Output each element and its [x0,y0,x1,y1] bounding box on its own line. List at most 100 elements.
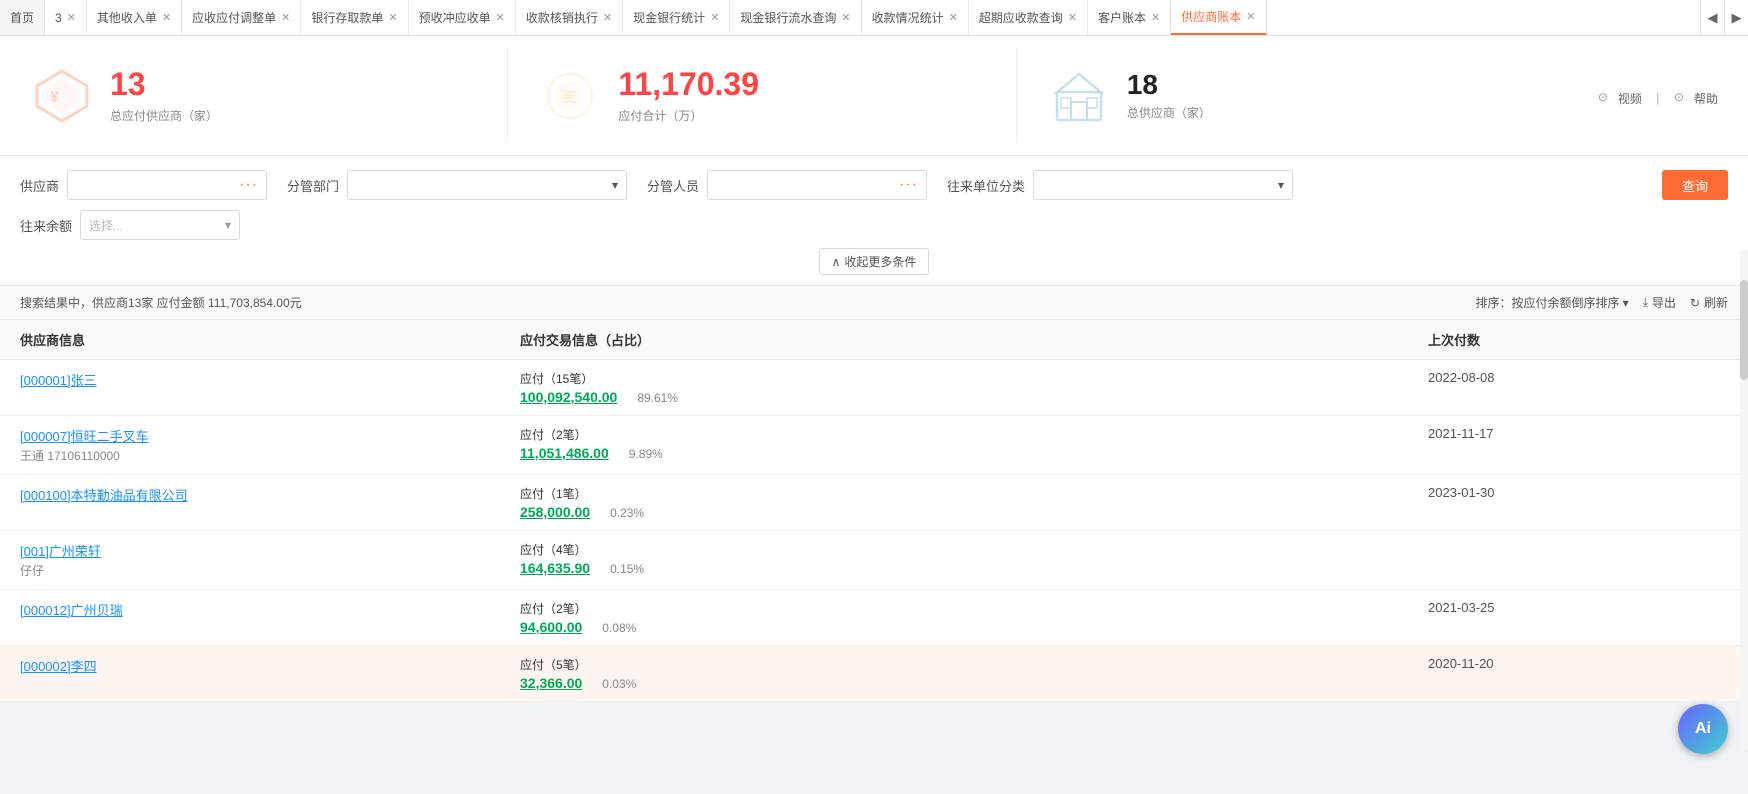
supplier-table: 供应商信息 应付交易信息（占比） 上次付数 [000001]张三 应付（15笔）… [0,320,1748,702]
payable-info-cell: 应付（15笔） 100,092,540.00 89.61% [520,370,1428,405]
close-icon[interactable]: ✕ [281,11,290,24]
close-icon[interactable]: ✕ [496,11,505,24]
filter-row-1: 供应商 ··· 分管部门 ▾ 分管人员 ··· 往来单位分类 ▾ [20,170,1728,200]
supplier-link[interactable]: [001]广州荣轩 [20,541,520,560]
nav-supplier-ledger[interactable]: 供应商账本 ✕ [1171,0,1266,35]
col-header-supplier: 供应商信息 [20,330,520,349]
close-icon[interactable]: ✕ [67,11,76,24]
last-pay-cell: 2022-08-08 [1428,370,1728,385]
video-link[interactable]: 视频 [1618,90,1642,107]
export-button[interactable]: ⤓ 导出 [1643,294,1676,311]
nav-cash-stats[interactable]: 现金银行统计 ✕ [623,0,730,35]
person-label: 分管人员 [647,176,699,195]
payable-row: 164,635.90 0.15% [520,560,1428,576]
nav-collection-stats[interactable]: 收款情况统计 ✕ [862,0,969,35]
balance-filter: 往来余额 选择... ▾ [20,210,240,240]
chevron-up-icon: ∧ [832,255,841,269]
payable-amount[interactable]: 100,092,540.00 [520,389,617,405]
person-input[interactable]: ··· [707,170,927,200]
supplier-link[interactable]: [000002]李四 [20,656,520,675]
query-button[interactable]: 查询 [1662,170,1728,200]
balance-select[interactable]: 选择... ▾ [80,210,240,240]
supplier-input[interactable]: ··· [67,170,267,200]
table-row: [000007]恒旺二手叉车 王通 17106110000 应付（2笔） 11,… [0,416,1748,475]
category-label: 往来单位分类 [947,176,1025,195]
last-pay-date: 2022-08-08 [1428,370,1495,385]
payable-amount[interactable]: 258,000.00 [520,504,590,520]
svg-text:¥: ¥ [50,89,59,106]
help-link[interactable]: 帮助 [1694,90,1718,107]
last-pay-cell: 2021-03-25 [1428,600,1728,615]
payable-total-label: 应付合计（万） [618,107,759,124]
nav-bank-deposit[interactable]: 银行存取款单 ✕ [301,0,408,35]
payable-label: 应付（2笔） [520,600,1428,617]
nav-tab-3[interactable]: 3 ✕ [45,0,87,35]
supplier-info-cell: [000001]张三 [20,370,520,389]
payable-percent: 0.03% [602,677,636,691]
payable-percent: 0.15% [610,562,644,576]
payable-row: 258,000.00 0.23% [520,504,1428,520]
help-links: ⊙ 视频 ｜ ⊙ 帮助 [1598,85,1718,107]
scrollbar-track[interactable] [1740,250,1748,750]
payable-info-cell: 应付（2笔） 11,051,486.00 9.89% [520,426,1428,461]
supplier-link[interactable]: [000001]张三 [20,370,520,389]
table-row: [001]广州荣轩 仔仔 应付（4笔） 164,635.90 0.15% [0,531,1748,590]
result-actions: 排序：按应付余额倒序排序 ▾ ⤓ 导出 ↻ 刷新 [1476,294,1728,311]
close-icon[interactable]: ✕ [603,11,612,24]
supplier-filter: 供应商 ··· [20,170,267,200]
chevron-down-icon: ▾ [1623,296,1629,310]
close-icon[interactable]: ✕ [388,11,397,24]
dept-select[interactable]: ▾ [347,170,627,200]
refresh-button[interactable]: ↻ 刷新 [1690,294,1728,311]
sort-selector[interactable]: 排序：按应付余额倒序排序 ▾ [1476,294,1629,311]
nav-other-income[interactable]: 其他收入单 ✕ [87,0,182,35]
payable-amount[interactable]: 32,366.00 [520,675,582,691]
payable-amount[interactable]: 94,600.00 [520,619,582,635]
nav-home[interactable]: 首页 [0,0,45,35]
stat-block-total: 18 总供应商（家） ⊙ 视频 ｜ ⊙ 帮助 [1017,48,1748,143]
close-icon[interactable]: ✕ [1246,10,1255,23]
ai-button[interactable]: Ai [1678,704,1728,754]
close-icon[interactable]: ✕ [841,11,850,24]
close-icon[interactable]: ✕ [949,11,958,24]
close-icon[interactable]: ✕ [710,11,719,24]
payable-amount[interactable]: 11,051,486.00 [520,445,609,461]
nav-collection[interactable]: 收款核销执行 ✕ [516,0,623,35]
payable-info-cell: 应付（5笔） 32,366.00 0.03% [520,656,1428,691]
col-header-lastpay: 上次付数 [1428,330,1728,349]
supplier-count-label: 总应付供应商（家） [110,107,218,124]
nav-right-arrow[interactable]: ▶ [1724,0,1748,36]
supplier-link[interactable]: [000012]广州贝瑞 [20,600,520,619]
payable-row: 100,092,540.00 89.61% [520,389,1428,405]
chevron-down-icon: ▾ [612,178,618,192]
nav-cash-flow[interactable]: 现金银行流水查询 ✕ [730,0,861,35]
nav-scroll-arrows: ◀ ▶ [1700,0,1748,36]
supplier-link[interactable]: [000100]本特勤油品有限公司 [20,485,520,504]
nav-overdue[interactable]: 超期应收款查询 ✕ [969,0,1088,35]
payable-amount[interactable]: 164,635.90 [520,560,590,576]
payable-percent: 0.23% [610,506,644,520]
nav-customer-ledger[interactable]: 客户账本 ✕ [1088,0,1171,35]
col-header-payable: 应付交易信息（占比） [520,330,1428,349]
payable-label: 应付（15笔） [520,370,1428,387]
nav-adjustment[interactable]: 应收应付调整单 ✕ [182,0,301,35]
scrollbar-thumb[interactable] [1740,280,1748,380]
supplier-info-cell: [000007]恒旺二手叉车 王通 17106110000 [20,426,520,464]
ellipsis-icon: ··· [899,176,918,194]
category-select[interactable]: ▾ [1033,170,1293,200]
close-icon[interactable]: ✕ [162,11,171,24]
payable-percent: 89.61% [637,391,678,405]
nav-prepay[interactable]: 预收冲应收单 ✕ [409,0,516,35]
close-icon[interactable]: ✕ [1151,11,1160,24]
table-row: [000002]李四 应付（5笔） 32,366.00 0.03% 2020-1… [0,646,1748,702]
last-pay-date: 2020-11-20 [1428,656,1494,671]
chevron-down-icon: ▾ [225,218,231,232]
nav-left-arrow[interactable]: ◀ [1700,0,1724,36]
refresh-icon: ↻ [1690,296,1700,310]
collapse-button[interactable]: ∧ 收起更多条件 [819,248,930,275]
payable-label: 应付（1笔） [520,485,1428,502]
payable-total: 11,170.39 [618,67,759,102]
supplier-link[interactable]: [000007]恒旺二手叉车 [20,426,520,445]
supplier-count: 13 [110,67,218,102]
close-icon[interactable]: ✕ [1068,11,1077,24]
